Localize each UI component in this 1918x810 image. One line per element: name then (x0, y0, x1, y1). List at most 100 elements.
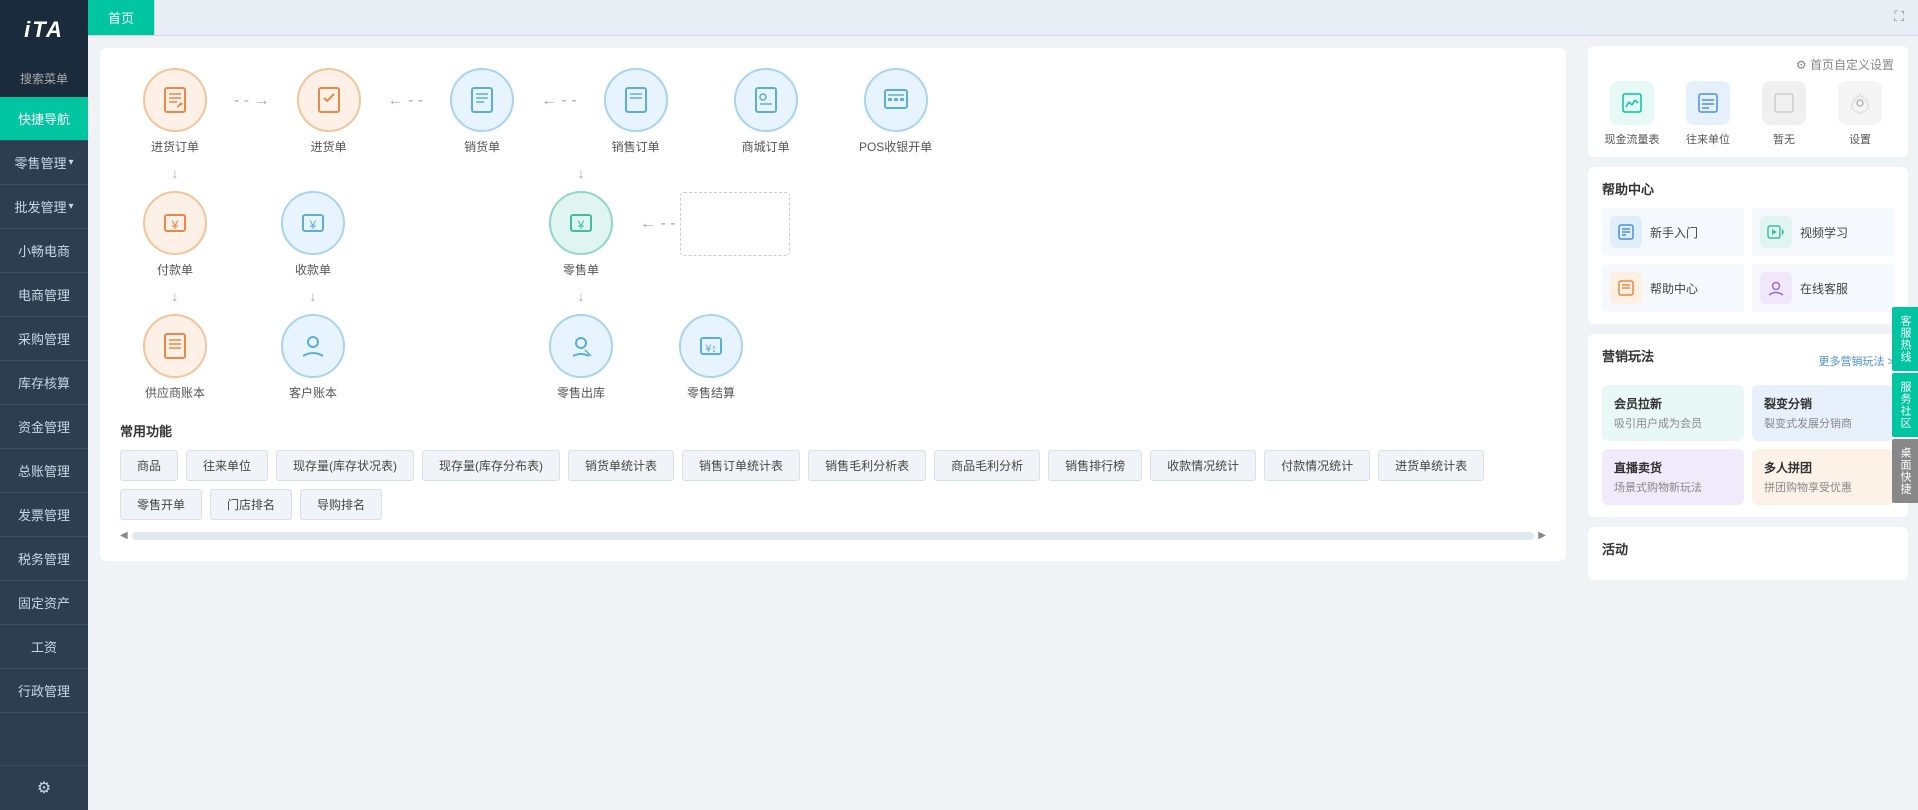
marketing-member[interactable]: 会员拉新 吸引用户成为会员 (1602, 385, 1744, 441)
btn-goods[interactable]: 商品 (120, 450, 178, 481)
sidebar-item-ecommerce-small[interactable]: 小畅电商 (0, 229, 88, 273)
down-arrow-4: ↓ (310, 288, 317, 304)
svg-text:¥: ¥ (577, 218, 585, 232)
flow-node-purchase[interactable]: 进货单 (274, 68, 384, 155)
btn-sales-stats[interactable]: 销货单统计表 (568, 450, 674, 481)
retail-order-icon[interactable]: ¥ (549, 191, 613, 255)
sidebar-item-purchase[interactable]: 采购管理 (0, 317, 88, 361)
flow-node-supplier[interactable]: 供应商账本 (120, 314, 230, 401)
btn-sales-rank[interactable]: 销售排行榜 (1048, 450, 1142, 481)
help-icon (1610, 272, 1642, 304)
sidebar-item-inventory[interactable]: 库存核算 (0, 361, 88, 405)
sidebar-search[interactable]: 搜索菜单 (0, 60, 88, 97)
flow-node-payment[interactable]: ¥ 付款单 (120, 191, 230, 278)
flow-node-retail-out[interactable]: 零售出库 (526, 314, 636, 401)
purchase-icon[interactable] (297, 68, 361, 132)
btn-receipt-stats[interactable]: 收款情况统计 (1150, 450, 1256, 481)
flow-node-sales[interactable]: 销货单 (427, 68, 537, 155)
flow-node-customer[interactable]: 客户账本 (258, 314, 368, 401)
btn-store-rank[interactable]: 门店排名 (210, 489, 292, 520)
mall-order-icon[interactable] (734, 68, 798, 132)
flow-node-receipt[interactable]: ¥ 收款单 (258, 191, 368, 278)
sidebar-item-label: 总账管理 (18, 461, 70, 480)
settings-icon-box (1838, 81, 1882, 125)
qa-item-none[interactable]: 暂无 (1754, 81, 1814, 147)
sidebar-item-label: 资金管理 (18, 417, 70, 436)
flow-node-retail-order[interactable]: ¥ 零售单 (526, 191, 636, 278)
scroll-right-icon[interactable]: ▶ (1538, 530, 1546, 541)
logo-text: iTA (24, 17, 64, 43)
settings-gear-icon[interactable]: ⚙ (0, 766, 88, 810)
qa-item-cashflow[interactable]: 现金流量表 (1602, 81, 1662, 147)
btn-purchase-stats[interactable]: 进货单统计表 (1378, 450, 1484, 481)
float-btn-community[interactable]: 服务社区 (1892, 373, 1918, 437)
marketing-fission[interactable]: 裂变分销 裂变式发展分销商 (1752, 385, 1894, 441)
sidebar-item-ledger[interactable]: 总账管理 (0, 449, 88, 493)
btn-goods-margin[interactable]: 商品毛利分析 (934, 450, 1040, 481)
scroll-track[interactable] (132, 532, 1535, 540)
float-btn-service[interactable]: 客服热线 (1892, 307, 1918, 371)
btn-retail-order[interactable]: 零售开单 (120, 489, 202, 520)
marketing-group[interactable]: 多人拼团 拼团购物享受优惠 (1752, 449, 1894, 505)
receipt-icon[interactable]: ¥ (281, 191, 345, 255)
down-arrow-3: ↓ (172, 288, 179, 304)
sidebar-item-finance[interactable]: 资金管理 (0, 405, 88, 449)
sales-icon[interactable] (450, 68, 514, 132)
customer-icon[interactable] (281, 314, 345, 378)
sales-order-icon[interactable] (604, 68, 668, 132)
float-btn-desktop[interactable]: 桌面快捷 (1892, 439, 1918, 503)
svg-text:¥: ¥ (309, 218, 317, 232)
flow-node-purchase-order[interactable]: 进货订单 (120, 68, 230, 155)
none-label: 暂无 (1773, 131, 1795, 147)
sidebar-item-fixed-assets[interactable]: 固定资产 (0, 581, 88, 625)
sidebar-item-payroll[interactable]: 工资 (0, 625, 88, 669)
btn-sales-order-stats[interactable]: 销售订单统计表 (682, 450, 800, 481)
sidebar-item-invoice[interactable]: 发票管理 (0, 493, 88, 537)
scroll-left-icon[interactable]: ◀ (120, 530, 128, 541)
sidebar-item-retail[interactable]: 零售管理 ▾ (0, 141, 88, 185)
more-marketing-link[interactable]: 更多营销玩法 > (1819, 353, 1894, 369)
horizontal-scrollbar[interactable]: ◀ ▶ (120, 530, 1546, 541)
help-item-video[interactable]: 视频学习 (1752, 208, 1894, 256)
fission-title: 裂变分销 (1764, 395, 1882, 412)
receipt-label: 收款单 (295, 261, 331, 278)
sidebar-item-ecommerce[interactable]: 电商管理 (0, 273, 88, 317)
help-item-service[interactable]: 在线客服 (1752, 264, 1894, 312)
flow-node-pos[interactable]: POS收银开单 (841, 68, 951, 155)
help-grid: 新手入门 视频学习 帮助中心 (1602, 208, 1894, 312)
btn-units[interactable]: 往来单位 (186, 450, 268, 481)
supplier-icon[interactable] (143, 314, 207, 378)
help-item-help[interactable]: 帮助中心 (1602, 264, 1744, 312)
tab-home[interactable]: 首页 (88, 0, 155, 35)
flow-node-retail-settle[interactable]: ¥↕ 零售结算 (656, 314, 766, 401)
pos-icon[interactable] (864, 68, 928, 132)
help-item-beginner[interactable]: 新手入门 (1602, 208, 1744, 256)
btn-stock-status[interactable]: 现存量(库存状况表) (276, 450, 414, 481)
retail-out-icon[interactable] (549, 314, 613, 378)
btn-payment-stats[interactable]: 付款情况统计 (1264, 450, 1370, 481)
btn-guide-rank[interactable]: 导购排名 (300, 489, 382, 520)
sidebar-item-admin[interactable]: 行政管理 (0, 669, 88, 713)
btn-stock-dist[interactable]: 现存量(库存分布表) (422, 450, 560, 481)
btn-sales-margin[interactable]: 销售毛利分析表 (808, 450, 926, 481)
flow-row-1: 进货订单 - - → 进货单 ← - - (120, 68, 1546, 155)
sidebar-item-wholesale[interactable]: 批发管理 ▾ (0, 185, 88, 229)
home-customize-settings[interactable]: ⚙ 首页自定义设置 (1796, 56, 1894, 73)
sidebar-item-quick-nav[interactable]: 快捷导航 (0, 97, 88, 141)
logo-area: iTA (0, 0, 88, 60)
sidebar-item-tax[interactable]: 税务管理 (0, 537, 88, 581)
arrow-3: ← - - (537, 92, 581, 132)
main-area: 首页 ⛶ 进货订单 - - → (88, 0, 1918, 810)
payment-icon[interactable]: ¥ (143, 191, 207, 255)
video-icon (1760, 216, 1792, 248)
flow-node-mall-order[interactable]: 商城订单 (711, 68, 821, 155)
fullscreen-icon[interactable]: ⛶ (1894, 8, 1904, 25)
purchase-order-icon[interactable] (143, 68, 207, 132)
sidebar-item-label: 批发管理 (14, 197, 66, 216)
qa-item-settings[interactable]: 设置 (1830, 81, 1890, 147)
retail-settle-icon[interactable]: ¥↕ (679, 314, 743, 378)
flow-node-sales-order[interactable]: 销售订单 (581, 68, 691, 155)
qa-item-units[interactable]: 往来单位 (1678, 81, 1738, 147)
svg-text:¥↕: ¥↕ (704, 343, 717, 355)
marketing-live[interactable]: 直播卖货 场景式购物新玩法 (1602, 449, 1744, 505)
